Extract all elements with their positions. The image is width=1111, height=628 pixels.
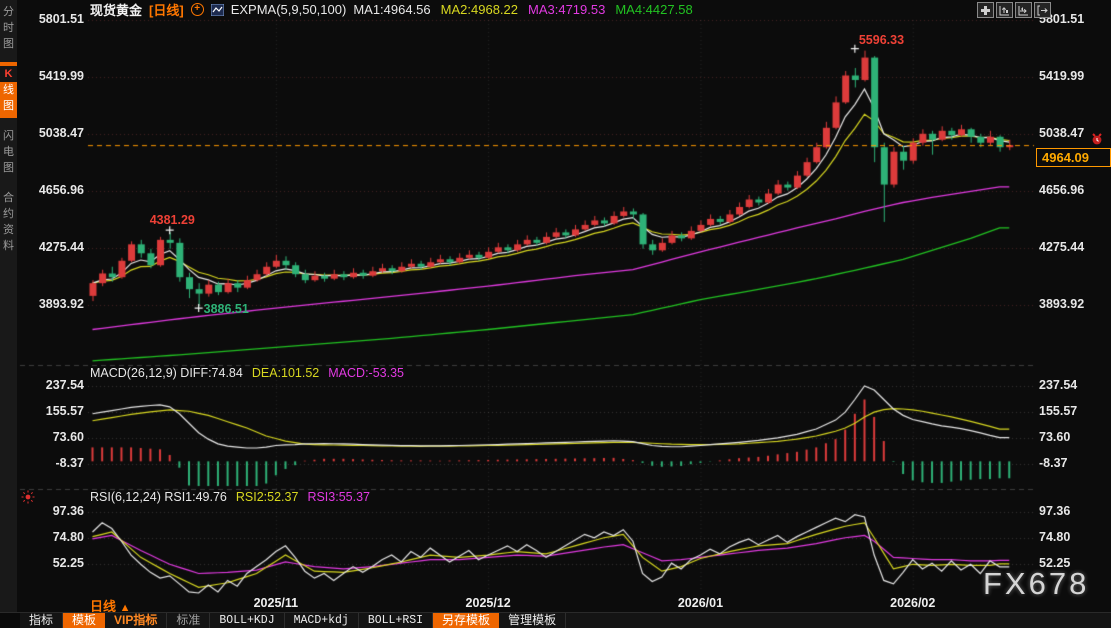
macd-axis-label: 237.54	[1039, 378, 1077, 392]
tab-char: 线	[0, 82, 17, 98]
sidebar-tab-time-chart[interactable]: 分时图	[0, 0, 17, 56]
ma-value-label: MA1:4964.56	[353, 2, 430, 17]
rsi-axis-label: 52.25	[20, 556, 84, 570]
x-axis-label: 2025/12	[466, 596, 511, 610]
tab-save-template[interactable]: 另存模板	[433, 613, 499, 628]
rsi-value-label: RSI3:55.37	[307, 490, 370, 504]
watermark: FX678	[983, 566, 1089, 602]
sidebar-tab-kline-chart[interactable]: K线图	[0, 62, 17, 118]
tab-char: 时	[0, 20, 17, 36]
rsi-axis-label: 52.25	[1039, 556, 1070, 570]
sidebar-tab-contract-info[interactable]: 合约资料	[0, 186, 17, 258]
macd-axis-label: 155.57	[20, 404, 84, 418]
tab-char: 电	[0, 144, 17, 160]
swing-high-annotation: 4381.29	[150, 213, 195, 227]
tab-char: 资	[0, 222, 17, 238]
tab-char: 料	[0, 238, 17, 254]
tab-char: 分	[0, 4, 17, 20]
rsi-axis-label: 74.80	[20, 530, 84, 544]
main-axis-label: 5038.47	[1039, 126, 1084, 140]
macd-header: MACD(26,12,9) DIFF:74.84 DEA:101.52 MACD:-…	[90, 366, 404, 380]
symbol-title: 现货黄金	[90, 0, 142, 19]
x-axis-label: 2026/02	[890, 596, 935, 610]
tab-indicator[interactable]: 指标	[20, 613, 63, 628]
macd-axis-label: -8.37	[20, 456, 84, 470]
indicator-name: EXPMA(5,9,50,100)	[231, 2, 347, 17]
ma-values: MA1:4964.56 MA2:4968.22 MA3:4719.53 MA4:442…	[353, 2, 692, 17]
tab-char: 合	[0, 190, 17, 206]
ma-value-label: MA2:4968.22	[441, 2, 518, 17]
tab-char: 图	[0, 36, 17, 52]
pane-toolbar	[977, 2, 1051, 18]
tab-vip-indicator[interactable]: VIP指标	[105, 613, 167, 628]
toolbar-corner	[0, 613, 20, 628]
main-axis-label: 5419.99	[1039, 69, 1084, 83]
macd-value-label: DEA:101.52	[252, 366, 319, 380]
main-axis-label: 4656.96	[20, 183, 84, 197]
rsi-value-label: RSI2:52.37	[236, 490, 299, 504]
price-alert-icon[interactable]	[1090, 132, 1104, 151]
rsi-value-label: RSI(6,12,24) RSI1:49.76	[90, 490, 227, 504]
chart-canvas[interactable]	[0, 0, 1111, 628]
tab-boll-rsi[interactable]: BOLL+RSI	[359, 613, 433, 628]
tab-char: 图	[0, 160, 17, 176]
ma-value-label: MA4:4427.58	[615, 2, 692, 17]
chart-header: 现货黄金 [日线] + EXPMA(5,9,50,100) MA1:4964.5…	[90, 1, 693, 18]
macd-value-label: MACD(26,12,9) DIFF:74.84	[90, 366, 243, 380]
tab-boll-kdj[interactable]: BOLL+KDJ	[210, 613, 284, 628]
x-axis-label: 2026/01	[678, 596, 723, 610]
tab-standard[interactable]: 标准	[167, 613, 210, 628]
main-axis-label: 4275.44	[20, 240, 84, 254]
main-axis-label: 4275.44	[1039, 240, 1084, 254]
add-indicator-icon[interactable]: +	[191, 3, 204, 16]
main-axis-label: 3893.92	[1039, 297, 1084, 311]
main-axis-label: 4656.96	[1039, 183, 1084, 197]
macd-value-label: MACD:-53.35	[328, 366, 404, 380]
chart-app-window: 分时图K线图闪电图合约资料 现货黄金 [日线] + EXPMA(5,9,50,1…	[0, 0, 1111, 628]
rsi-axis-label: 97.36	[1039, 504, 1070, 518]
macd-axis-label: 237.54	[20, 378, 84, 392]
macd-axis-label: 73.60	[20, 430, 84, 444]
x-axis-label: 2025/11	[254, 596, 299, 610]
high-annotation: 5596.33	[859, 33, 904, 47]
swing-low-annotation: 3886.51	[204, 302, 249, 316]
crosshair-button[interactable]	[977, 2, 994, 18]
main-axis-label: 5419.99	[20, 69, 84, 83]
collapse-pane-button[interactable]	[1034, 2, 1051, 18]
alert-dot-icon[interactable]	[21, 490, 35, 509]
tab-template[interactable]: 模板	[63, 613, 105, 628]
period-label[interactable]: [日线]	[149, 0, 184, 19]
tab-char: 约	[0, 206, 17, 222]
tab-manage-template[interactable]: 管理模板	[499, 613, 566, 628]
scale-right-button[interactable]	[1015, 2, 1032, 18]
tab-char: 闪	[0, 128, 17, 144]
left-sidebar: 分时图K线图闪电图合约资料	[0, 0, 17, 613]
macd-axis-label: -8.37	[1039, 456, 1068, 470]
macd-axis-label: 155.57	[1039, 404, 1077, 418]
tab-char: K	[0, 66, 17, 82]
scale-up-button[interactable]	[996, 2, 1013, 18]
tab-char: 图	[0, 98, 17, 114]
tab-macd-kdj[interactable]: MACD+kdj	[285, 613, 359, 628]
sidebar-tab-flash-chart[interactable]: 闪电图	[0, 124, 17, 180]
macd-axis-label: 73.60	[1039, 430, 1070, 444]
main-axis-label: 3893.92	[20, 297, 84, 311]
bottom-toolbar: 指标模板VIP指标标准BOLL+KDJMACD+kdjBOLL+RSI另存模板管…	[0, 612, 1111, 628]
rsi-header: RSI(6,12,24) RSI1:49.76 RSI2:52.37 RSI3:55…	[90, 490, 370, 504]
main-axis-label: 5801.51	[20, 12, 84, 26]
mini-chart-icon[interactable]	[211, 4, 224, 16]
rsi-axis-label: 74.80	[1039, 530, 1070, 544]
ma-value-label: MA3:4719.53	[528, 2, 605, 17]
main-axis-label: 5038.47	[20, 126, 84, 140]
